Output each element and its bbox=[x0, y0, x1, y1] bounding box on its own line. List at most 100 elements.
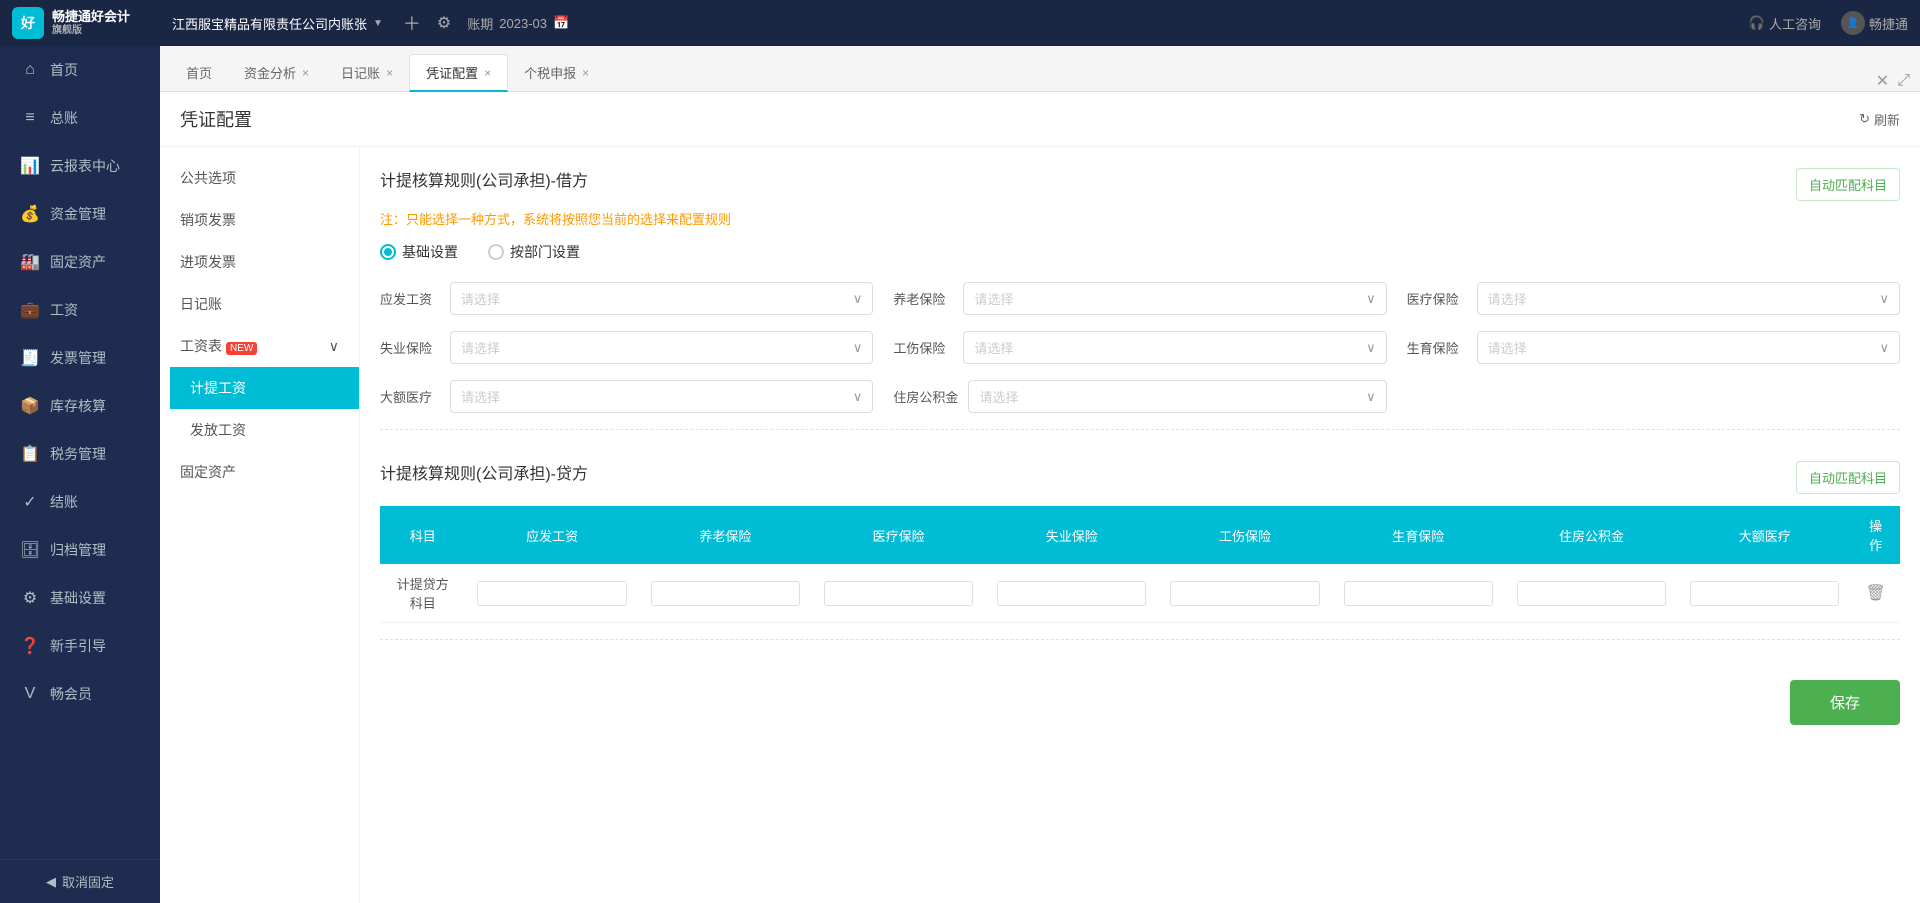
form-row-daeyiliao: 大额医疗 请选择 ∨ bbox=[380, 380, 873, 413]
td-daeyiliao[interactable] bbox=[1678, 564, 1851, 623]
select-shengyu[interactable]: 请选择 ∨ bbox=[1477, 331, 1900, 364]
label-yingfa: 应发工资 bbox=[380, 289, 440, 308]
select-shiye[interactable]: 请选择 ∨ bbox=[450, 331, 873, 364]
user-name: 畅捷通 bbox=[1869, 14, 1908, 33]
guide-icon: ❓ bbox=[20, 636, 40, 656]
select-yingfa[interactable]: 请选择 ∨ bbox=[450, 282, 873, 315]
select-shengyu-placeholder: 请选择 bbox=[1488, 338, 1527, 357]
left-nav-public[interactable]: 公共选项 bbox=[160, 157, 359, 199]
sidebar-item-home[interactable]: ⌂ 首页 bbox=[0, 46, 160, 94]
tab-journal-close-icon[interactable]: × bbox=[386, 66, 393, 80]
top-bar-center: ＋ ⚙ 账期 2023-03 📅 bbox=[383, 10, 1749, 36]
select-shengyu-arrow-icon: ∨ bbox=[1879, 340, 1889, 356]
radio-basic[interactable]: 基础设置 bbox=[380, 242, 458, 262]
input-credit-gongjijin[interactable] bbox=[1517, 581, 1666, 606]
tab-capital-close-icon[interactable]: × bbox=[302, 66, 309, 80]
td-yanglao[interactable] bbox=[639, 564, 812, 623]
td-action: 🗑 bbox=[1851, 564, 1900, 623]
service-button[interactable]: 🎧 人工咨询 bbox=[1749, 14, 1821, 33]
user-menu[interactable]: 👤 畅捷通 bbox=[1841, 11, 1908, 35]
debit-note: 注：只能选择一种方式，系统将按照您当前的选择来配置规则 bbox=[380, 209, 1900, 228]
radio-group: 基础设置 按部门设置 bbox=[380, 242, 1900, 262]
sidebar-item-member[interactable]: V 畅会员 bbox=[0, 670, 160, 718]
label-daeyiliao: 大额医疗 bbox=[380, 387, 440, 406]
company-name: 江西服宝精品有限责任公司内账张 bbox=[172, 14, 367, 33]
sidebar-item-tax[interactable]: 📋 税务管理 bbox=[0, 430, 160, 478]
tab-home[interactable]: 首页 bbox=[170, 55, 228, 92]
sidebar-item-archive[interactable]: 🗄 归档管理 bbox=[0, 526, 160, 574]
tab-voucher-config[interactable]: 凭证配置 × bbox=[409, 54, 508, 92]
radio-dept[interactable]: 按部门设置 bbox=[488, 242, 580, 262]
tab-journal-label: 日记账 bbox=[341, 63, 380, 82]
input-credit-shengyu[interactable] bbox=[1344, 581, 1493, 606]
invoice-icon: 🧾 bbox=[20, 348, 40, 368]
debit-auto-match-button[interactable]: 自动匹配科目 bbox=[1796, 168, 1900, 201]
td-yiliao[interactable] bbox=[812, 564, 985, 623]
input-credit-gongshang[interactable] bbox=[1170, 581, 1319, 606]
sidebar-label-archive: 归档管理 bbox=[50, 540, 106, 560]
sidebar-item-assets[interactable]: 🏭 固定资产 bbox=[0, 238, 160, 286]
select-gongjijin[interactable]: 请选择 ∨ bbox=[968, 380, 1386, 413]
logo-text: 畅捷通好会计 旗舰版 bbox=[52, 9, 130, 37]
tab-bar-expand-icon[interactable]: ⤢ bbox=[1897, 72, 1910, 90]
left-nav-journal[interactable]: 日记账 bbox=[160, 283, 359, 325]
td-gongshang[interactable] bbox=[1158, 564, 1331, 623]
td-yingfa[interactable] bbox=[465, 564, 638, 623]
sidebar-item-invoice[interactable]: 🧾 发票管理 bbox=[0, 334, 160, 382]
td-shengyu[interactable] bbox=[1332, 564, 1505, 623]
sidebar-item-guide[interactable]: ❓ 新手引导 bbox=[0, 622, 160, 670]
td-gongjijin[interactable] bbox=[1505, 564, 1678, 623]
sidebar-item-capital[interactable]: 💰 资金管理 bbox=[0, 190, 160, 238]
input-credit-yingfa[interactable] bbox=[477, 581, 626, 606]
select-daeyiliao[interactable]: 请选择 ∨ bbox=[450, 380, 873, 413]
cancel-fixed-button[interactable]: ◀ 取消固定 bbox=[0, 860, 160, 903]
input-credit-yiliao[interactable] bbox=[824, 581, 973, 606]
select-daeyiliao-placeholder: 请选择 bbox=[461, 387, 500, 406]
tab-tax[interactable]: 个税申报 × bbox=[508, 55, 605, 92]
refresh-button[interactable]: ↻ 刷新 bbox=[1859, 110, 1900, 129]
sidebar-item-ledger[interactable]: ≡ 总账 bbox=[0, 94, 160, 142]
sidebar-item-settings[interactable]: ⚙ 基础设置 bbox=[0, 574, 160, 622]
tab-journal[interactable]: 日记账 × bbox=[325, 55, 409, 92]
left-nav-sales[interactable]: 销项发票 bbox=[160, 199, 359, 241]
td-shiye[interactable] bbox=[985, 564, 1158, 623]
add-icon[interactable]: ＋ bbox=[403, 10, 421, 36]
credit-auto-match-button[interactable]: 自动匹配科目 bbox=[1796, 461, 1900, 494]
sidebar-item-checkout[interactable]: ✓ 结账 bbox=[0, 478, 160, 526]
inner-layout: 公共选项 销项发票 进项发票 日记账 工资表NEW ∨ 计提工资 发放工资 固定… bbox=[160, 147, 1920, 903]
left-nav-pay-salary[interactable]: 发放工资 bbox=[170, 409, 359, 451]
calendar-icon[interactable]: 📅 bbox=[553, 15, 569, 31]
select-gongshang[interactable]: 请选择 ∨ bbox=[963, 331, 1386, 364]
form-row-shiye: 失业保险 请选择 ∨ bbox=[380, 331, 873, 364]
tab-capital-analysis[interactable]: 资金分析 × bbox=[228, 55, 325, 92]
logo-icon: 好 bbox=[12, 7, 44, 39]
tab-voucher-close-icon[interactable]: × bbox=[484, 66, 491, 80]
select-yiliao[interactable]: 请选择 ∨ bbox=[1477, 282, 1900, 315]
left-nav-salary-group[interactable]: 工资表NEW ∨ bbox=[160, 325, 359, 367]
form-row-shengyu: 生育保险 请选择 ∨ bbox=[1407, 331, 1900, 364]
sidebar-item-salary[interactable]: 💼 工资 bbox=[0, 286, 160, 334]
form-row-yiliao: 医疗保险 请选择 ∨ bbox=[1407, 282, 1900, 315]
label-gongjijin: 住房公积金 bbox=[893, 387, 958, 406]
sidebar-label-inventory: 库存核算 bbox=[50, 396, 106, 416]
left-nav-calc-salary[interactable]: 计提工资 bbox=[170, 367, 359, 409]
input-credit-yanglao[interactable] bbox=[651, 581, 800, 606]
new-badge: NEW bbox=[226, 342, 257, 355]
salary-group-arrow-icon: ∨ bbox=[329, 338, 339, 355]
sidebar-item-inventory[interactable]: 📦 库存核算 bbox=[0, 382, 160, 430]
tab-bar-close-icon[interactable]: ✕ bbox=[1876, 71, 1889, 91]
sidebar-item-reports[interactable]: 📊 云报表中心 bbox=[0, 142, 160, 190]
left-nav-purchase[interactable]: 进项发票 bbox=[160, 241, 359, 283]
left-nav-fixed-assets[interactable]: 固定资产 bbox=[160, 451, 359, 493]
sidebar-label-home: 首页 bbox=[50, 60, 78, 80]
tab-tax-close-icon[interactable]: × bbox=[582, 66, 589, 80]
table-row: 计提贷方科目 🗑 bbox=[380, 564, 1900, 623]
settings-icon[interactable]: ⚙ bbox=[437, 13, 451, 33]
save-button[interactable]: 保存 bbox=[1790, 680, 1900, 725]
input-credit-shiye[interactable] bbox=[997, 581, 1146, 606]
select-shiye-placeholder: 请选择 bbox=[461, 338, 500, 357]
input-credit-daeyiliao[interactable] bbox=[1690, 581, 1839, 606]
select-yanglao[interactable]: 请选择 ∨ bbox=[963, 282, 1386, 315]
company-selector[interactable]: 江西服宝精品有限责任公司内账张 ▼ bbox=[172, 14, 383, 33]
delete-row-icon[interactable]: 🗑 bbox=[1866, 585, 1886, 602]
